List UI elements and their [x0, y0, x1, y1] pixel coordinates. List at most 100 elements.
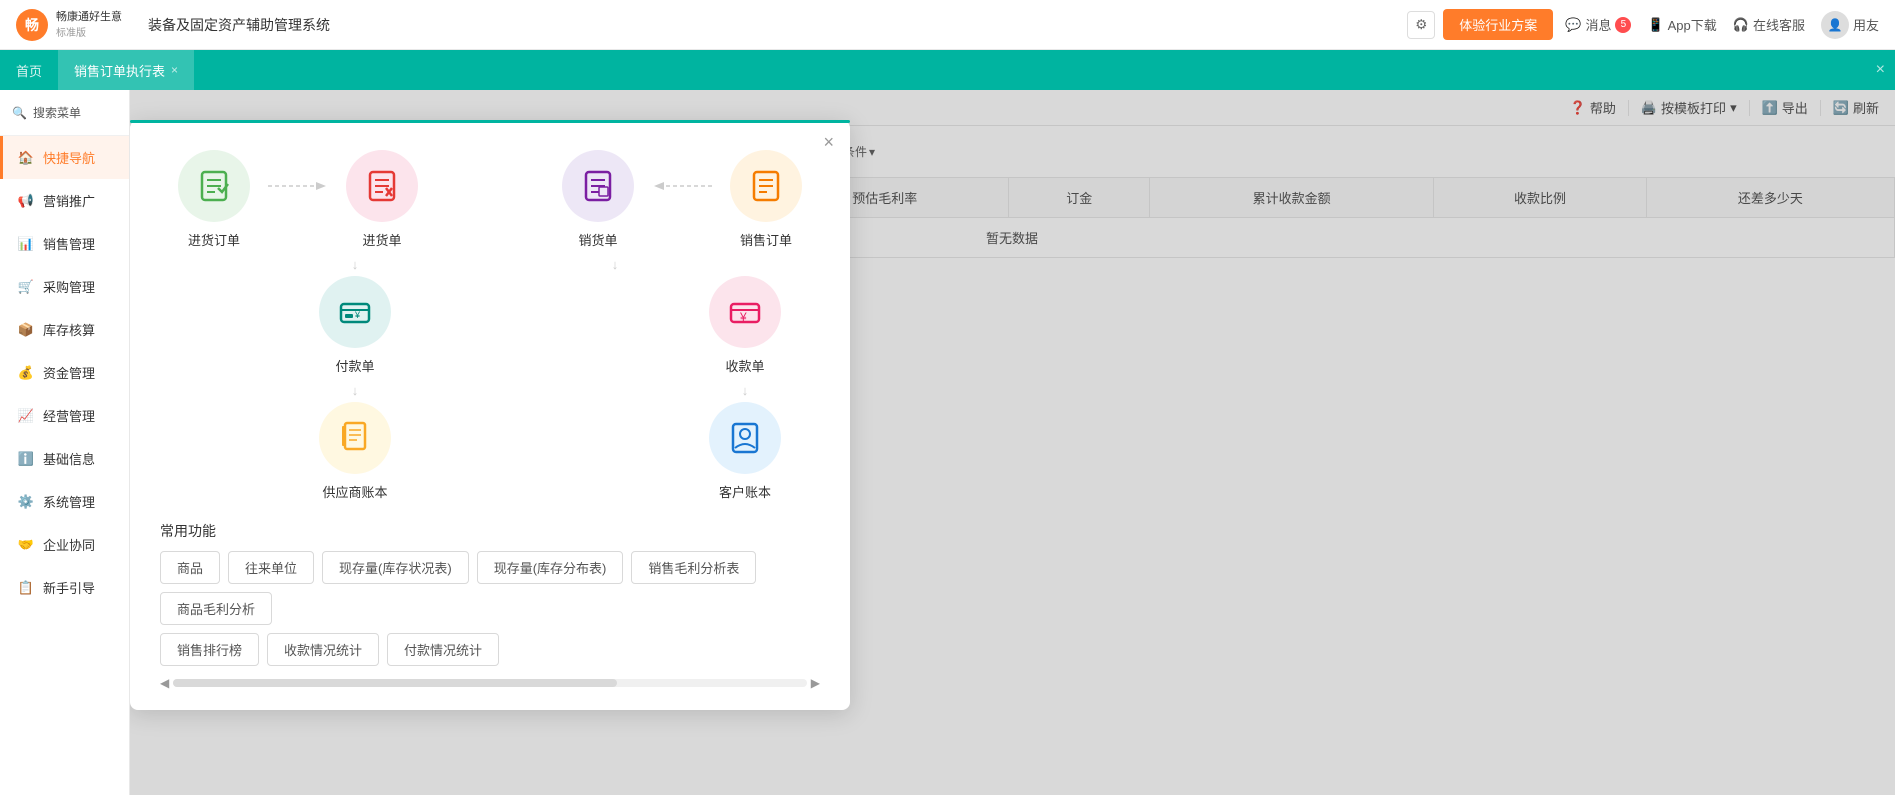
workflow-row3: 供应商账本 客户账本: [160, 402, 820, 501]
search-menu-label: 搜索菜单: [33, 104, 81, 121]
wf-circle-receipt: ¥: [709, 276, 781, 348]
logo-text: 畅康通好生意: [56, 10, 122, 24]
wf-arrow-purchase-order: [268, 178, 328, 194]
newbie-icon: 📋: [17, 579, 35, 597]
search-menu-item[interactable]: 🔍 搜索菜单: [12, 100, 117, 125]
func-btn-sales-rank[interactable]: 销售排行榜: [160, 633, 259, 666]
message-item[interactable]: 💬 消息 5: [1565, 15, 1631, 34]
wf-circle-sale-order: [730, 150, 802, 222]
user-name: 用友: [1853, 15, 1879, 34]
sales-icon: 📊: [17, 235, 35, 253]
func-btn-stock-status[interactable]: 现存量(库存状况表): [322, 551, 469, 584]
modal-close-button[interactable]: ×: [823, 132, 834, 153]
sidebar-item-newbie[interactable]: 📋 新手引导: [0, 566, 129, 609]
sidebar-item-sysconfig-label: 系统管理: [43, 492, 95, 511]
message-label: 消息: [1585, 15, 1611, 34]
scrollbar-right-arrow[interactable]: ▶: [811, 676, 820, 690]
modal-overlay[interactable]: × 进货订单: [130, 90, 1895, 795]
wf-label-purchase-order: 进货订单: [188, 230, 240, 249]
wf-circle-purchase-order: [178, 150, 250, 222]
tab-close-icon[interactable]: ×: [171, 63, 178, 77]
message-icon: 💬: [1565, 17, 1581, 33]
gear-button[interactable]: ⚙: [1407, 11, 1435, 39]
func-btn-receipt-stats[interactable]: 收款情况统计: [267, 633, 379, 666]
sidebar-search[interactable]: 🔍 搜索菜单: [0, 90, 129, 136]
purchase-icon: 🛒: [17, 278, 35, 296]
sidebar-item-finance[interactable]: 💰 资金管理: [0, 351, 129, 394]
sidebar-menu: 🏠 快捷导航 📢 营销推广 📊 销售管理 🛒 采购管理 📦 库存核: [0, 136, 129, 795]
close-all-tabs-icon[interactable]: ×: [1876, 61, 1885, 79]
message-badge: 5: [1615, 17, 1631, 33]
main-area: 🔍 搜索菜单 🏠 快捷导航 📢 营销推广 📊 销售管理 🛒: [0, 90, 1895, 795]
sidebar-item-purchase[interactable]: 🛒 采购管理: [0, 265, 129, 308]
home-icon: 🏠: [17, 149, 35, 167]
func-btn-goods[interactable]: 商品: [160, 551, 220, 584]
wf-node-purchase-bill[interactable]: 进货单: [328, 150, 436, 249]
sidebar-item-sysconfig[interactable]: ⚙️ 系统管理: [0, 480, 129, 523]
wf-label-purchase-bill: 进货单: [362, 230, 401, 249]
tab-sales-order[interactable]: 销售订单执行表 ×: [58, 50, 194, 90]
wf-node-receipt[interactable]: ¥ 收款单: [680, 276, 810, 375]
wf-node-supplier-ledger[interactable]: 供应商账本: [290, 402, 420, 501]
top-bar: 畅 畅康通好生意 标准版 装备及固定资产辅助管理系统 ⚙ 体验行业方案 💬 消息…: [0, 0, 1895, 50]
modal-teal-line: [130, 120, 850, 123]
sidebar-item-sales[interactable]: 📊 销售管理: [0, 222, 129, 265]
top-right: 💬 消息 5 📱 App下载 🎧 在线客服 👤 用友: [1565, 11, 1879, 39]
sidebar-item-sales-label: 销售管理: [43, 234, 95, 253]
online-service-item[interactable]: 🎧 在线客服: [1733, 15, 1805, 34]
online-service-label: 在线客服: [1753, 15, 1805, 34]
app-download-item[interactable]: 📱 App下载: [1647, 15, 1716, 34]
wf-label-customer-ledger: 客户账本: [719, 482, 771, 501]
tab-home[interactable]: 首页: [0, 50, 58, 90]
func-btn-partner[interactable]: 往来单位: [228, 551, 314, 584]
sidebar: 🔍 搜索菜单 🏠 快捷导航 📢 营销推广 📊 销售管理 🛒: [0, 90, 130, 795]
logo-icon: 畅: [16, 9, 48, 41]
collab-icon: 🤝: [17, 536, 35, 554]
logo-area: 畅 畅康通好生意 标准版: [16, 9, 136, 41]
svg-text:¥: ¥: [739, 310, 747, 324]
sidebar-item-marketing[interactable]: 📢 营销推广: [0, 179, 129, 222]
wf-label-sale-bill: 销货单: [578, 230, 617, 249]
user-area[interactable]: 👤 用友: [1821, 11, 1879, 39]
sidebar-item-inventory-label: 库存核算: [43, 320, 95, 339]
wf-circle-customer-ledger: [709, 402, 781, 474]
wf-node-payment[interactable]: ¥ 付款单: [290, 276, 420, 375]
scrollbar-left-arrow[interactable]: ◀: [160, 676, 169, 690]
headset-icon: 🎧: [1733, 17, 1749, 33]
sidebar-item-finance-label: 资金管理: [43, 363, 95, 382]
tab-home-label: 首页: [16, 61, 42, 80]
app-download-label: App下载: [1668, 15, 1717, 34]
wf-label-payment: 付款单: [335, 356, 374, 375]
sysconfig-icon: ⚙️: [17, 493, 35, 511]
func-btn-stock-dist[interactable]: 现存量(库存分布表): [477, 551, 624, 584]
common-functions: 常用功能 商品 往来单位 现存量(库存状况表) 现存量(库存分布表) 销售毛利分…: [160, 521, 820, 666]
sidebar-item-operations[interactable]: 📈 经营管理: [0, 394, 129, 437]
marketing-icon: 📢: [17, 192, 35, 210]
wf-node-purchase-order[interactable]: 进货订单: [160, 150, 268, 249]
sidebar-item-basicinfo[interactable]: ℹ️ 基础信息: [0, 437, 129, 480]
workflow-arrows-down2: ↓ ↓: [160, 383, 820, 398]
sidebar-item-marketing-label: 营销推广: [43, 191, 95, 210]
wf-node-customer-ledger[interactable]: 客户账本: [680, 402, 810, 501]
sidebar-item-collab[interactable]: 🤝 企业协同: [0, 523, 129, 566]
finance-icon: 💰: [17, 364, 35, 382]
wf-node-sale-order[interactable]: 销售订单: [712, 150, 820, 249]
workflow-row2: ¥ 付款单 ¥ 收款单: [160, 276, 820, 375]
tab-sales-order-label: 销售订单执行表: [74, 61, 165, 80]
content-panel: ❓ 帮助 🖨️ 按模板打印 ▾ ⬆️ 导出 🔄 刷新: [130, 90, 1895, 795]
app-wrapper: 畅 畅康通好生意 标准版 装备及固定资产辅助管理系统 ⚙ 体验行业方案 💬 消息…: [0, 0, 1895, 795]
sidebar-item-quicknav[interactable]: 🏠 快捷导航: [0, 136, 129, 179]
experience-button[interactable]: 体验行业方案: [1443, 9, 1553, 40]
func-row-1: 商品 往来单位 现存量(库存状况表) 现存量(库存分布表) 销售毛利分析表 商品…: [160, 551, 820, 625]
sidebar-item-inventory[interactable]: 📦 库存核算: [0, 308, 129, 351]
wf-circle-purchase-bill: [346, 150, 418, 222]
func-btn-sales-profit[interactable]: 销售毛利分析表: [631, 551, 756, 584]
nav-tabs: 首页 销售订单执行表 × ×: [0, 50, 1895, 90]
func-btn-payment-stats[interactable]: 付款情况统计: [387, 633, 499, 666]
wf-node-sale-bill[interactable]: 销货单: [544, 150, 652, 249]
sidebar-item-operations-label: 经营管理: [43, 406, 95, 425]
scrollbar-thumb: [173, 679, 616, 687]
scrollbar-track[interactable]: [173, 679, 807, 687]
operations-icon: 📈: [17, 407, 35, 425]
func-btn-goods-profit[interactable]: 商品毛利分析: [160, 592, 272, 625]
